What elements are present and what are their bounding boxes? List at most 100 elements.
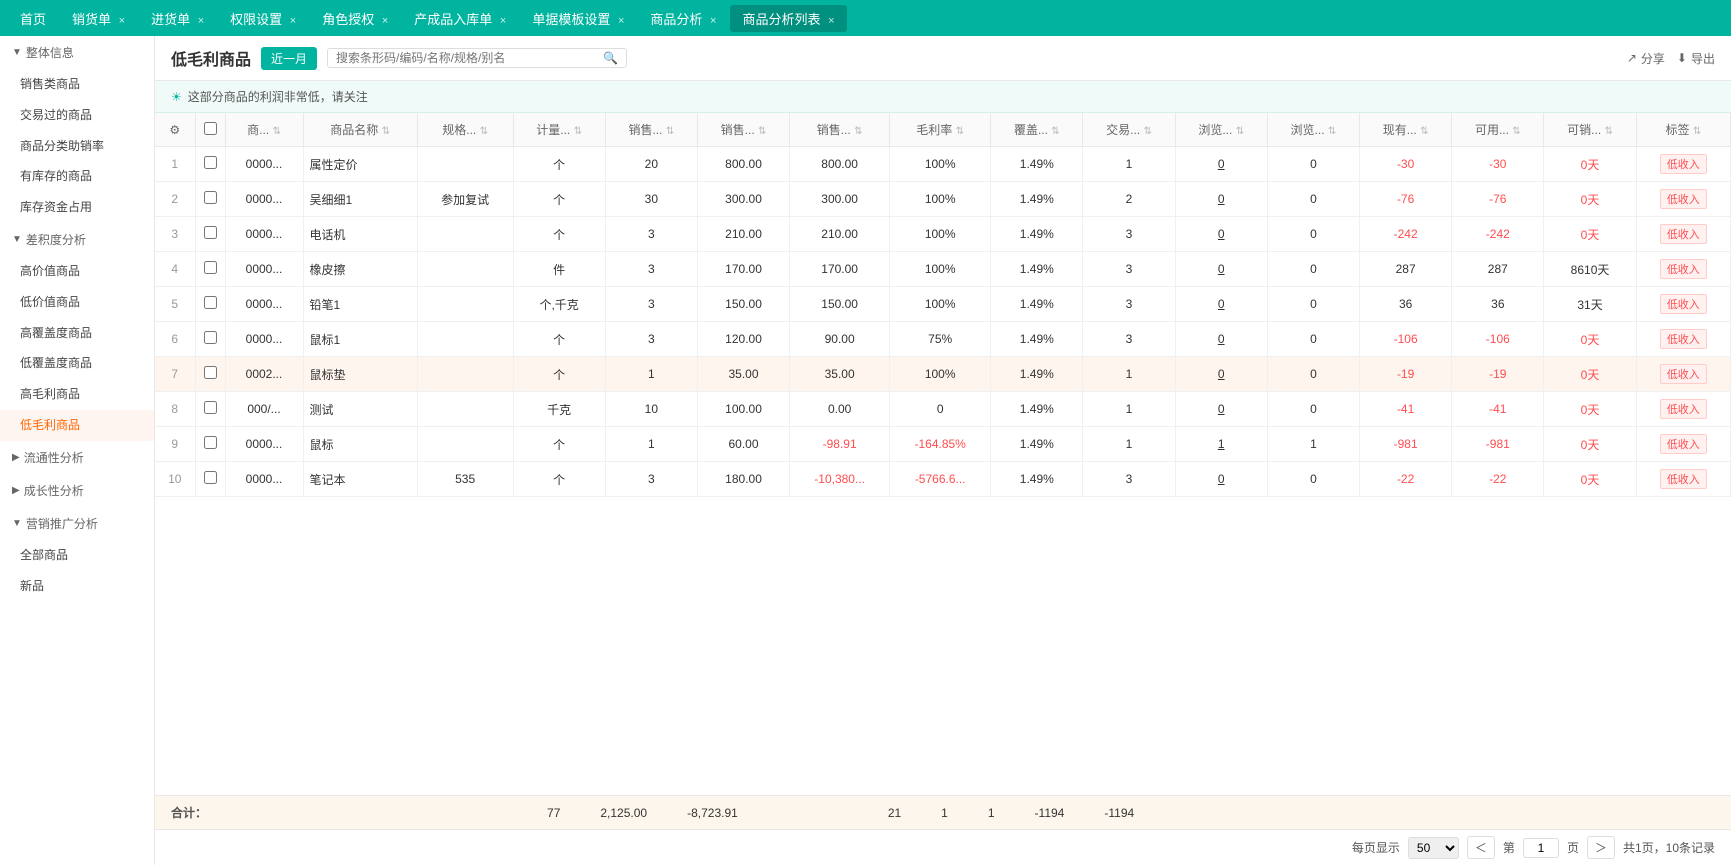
nav-purchase[interactable]: 进货单 × <box>139 5 216 32</box>
sidebar-item-new-goods[interactable]: 新品 <box>0 571 154 602</box>
row-checkbox-7[interactable] <box>204 401 217 414</box>
browse1-link-9[interactable]: 0 <box>1218 472 1225 486</box>
nav-home[interactable]: 首页 <box>8 5 58 32</box>
browse1-link-5[interactable]: 0 <box>1218 332 1225 346</box>
browse1-link-1[interactable]: 0 <box>1218 192 1225 206</box>
row-browse1-9[interactable]: 0 <box>1175 462 1267 497</box>
row-browse1-1[interactable]: 0 <box>1175 182 1267 217</box>
row-checkbox-4[interactable] <box>204 296 217 309</box>
row-check-1[interactable] <box>195 182 225 217</box>
sidebar-section-growth[interactable]: ▶ 成长性分析 <box>0 474 154 507</box>
sidebar-item-low-value[interactable]: 低价值商品 <box>0 287 154 318</box>
row-browse1-8[interactable]: 1 <box>1175 427 1267 462</box>
col-browse2[interactable]: 浏览... ⇅ <box>1267 113 1359 147</box>
col-coverage[interactable]: 覆盖... ⇅ <box>991 113 1083 147</box>
browse1-link-7[interactable]: 0 <box>1218 402 1225 416</box>
col-gross-rate[interactable]: 毛利率 ⇅ <box>890 113 991 147</box>
row-check-8[interactable] <box>195 427 225 462</box>
filter-recent-month-btn[interactable]: 近一月 <box>261 47 317 70</box>
close-sales-icon[interactable]: × <box>119 15 125 27</box>
row-checkbox-8[interactable] <box>204 436 217 449</box>
col-sale-price[interactable]: 销售... ⇅ <box>697 113 789 147</box>
col-qty[interactable]: 销售... ⇅ <box>605 113 697 147</box>
col-tag[interactable]: 标签 ⇅ <box>1636 113 1730 147</box>
col-sale-amt[interactable]: 销售... ⇅ <box>790 113 890 147</box>
row-checkbox-0[interactable] <box>204 156 217 169</box>
sidebar-section-diff-analysis[interactable]: ▼ 差积度分析 <box>0 223 154 256</box>
row-browse1-4[interactable]: 0 <box>1175 287 1267 322</box>
row-checkbox-6[interactable] <box>204 366 217 379</box>
sidebar-item-all-goods[interactable]: 全部商品 <box>0 540 154 571</box>
row-checkbox-3[interactable] <box>204 261 217 274</box>
col-name[interactable]: 商品名称 ⇅ <box>303 113 417 147</box>
browse1-link-4[interactable]: 0 <box>1218 297 1225 311</box>
nav-analysis-list[interactable]: 商品分析列表 × <box>730 5 846 32</box>
nav-product-analysis[interactable]: 商品分析 × <box>638 5 728 32</box>
col-unit[interactable]: 计量... ⇅ <box>513 113 605 147</box>
search-icon[interactable]: 🔍 <box>603 51 618 65</box>
page-size-select[interactable]: 50 10 20 100 <box>1408 837 1459 859</box>
export-btn[interactable]: ⬇ 导出 <box>1677 50 1715 67</box>
prev-page-btn[interactable]: ＜ <box>1467 836 1495 859</box>
nav-template-settings[interactable]: 单据模板设置 × <box>520 5 636 32</box>
share-btn[interactable]: ↗ 分享 <box>1627 50 1665 67</box>
sidebar-item-high-margin[interactable]: 高毛利商品 <box>0 379 154 410</box>
nav-auth-settings[interactable]: 权限设置 × <box>218 5 308 32</box>
col-browse1[interactable]: 浏览... ⇅ <box>1175 113 1267 147</box>
row-browse1-0[interactable]: 0 <box>1175 147 1267 182</box>
col-trade[interactable]: 交易... ⇅ <box>1083 113 1175 147</box>
browse1-link-8[interactable]: 1 <box>1218 437 1225 451</box>
nav-sales[interactable]: 销货单 × <box>60 5 137 32</box>
close-template-icon[interactable]: × <box>618 15 624 27</box>
row-check-7[interactable] <box>195 392 225 427</box>
nav-role-auth[interactable]: 角色授权 × <box>310 5 400 32</box>
sidebar-section-overall[interactable]: ▼ 整体信息 <box>0 36 154 69</box>
col-code[interactable]: 商... ⇅ <box>225 113 303 147</box>
sidebar-item-stock-capital[interactable]: 库存资金占用 <box>0 192 154 223</box>
col-available[interactable]: 可用... ⇅ <box>1452 113 1544 147</box>
close-role-icon[interactable]: × <box>382 15 388 27</box>
row-check-4[interactable] <box>195 287 225 322</box>
row-checkbox-2[interactable] <box>204 226 217 239</box>
close-analysis-list-icon[interactable]: × <box>828 15 834 27</box>
row-browse1-5[interactable]: 0 <box>1175 322 1267 357</box>
page-input[interactable] <box>1523 838 1559 858</box>
browse1-link-3[interactable]: 0 <box>1218 262 1225 276</box>
close-auth-icon[interactable]: × <box>290 15 296 27</box>
close-purchase-icon[interactable]: × <box>198 15 204 27</box>
row-check-2[interactable] <box>195 217 225 252</box>
row-browse1-7[interactable]: 0 <box>1175 392 1267 427</box>
nav-product-entry[interactable]: 产成品入库单 × <box>402 5 518 32</box>
sidebar-section-circulation[interactable]: ▶ 流通性分析 <box>0 441 154 474</box>
next-page-btn[interactable]: ＞ <box>1587 836 1615 859</box>
row-check-0[interactable] <box>195 147 225 182</box>
col-spec[interactable]: 规格... ⇅ <box>417 113 513 147</box>
col-sellable[interactable]: 可销... ⇅ <box>1544 113 1636 147</box>
col-checkbox[interactable] <box>195 113 225 147</box>
row-browse1-3[interactable]: 0 <box>1175 252 1267 287</box>
sidebar-item-low-coverage[interactable]: 低覆盖度商品 <box>0 348 154 379</box>
col-settings[interactable]: ⚙ <box>155 113 195 147</box>
row-check-6[interactable] <box>195 357 225 392</box>
sidebar-item-low-margin[interactable]: 低毛利商品 <box>0 410 154 441</box>
row-check-9[interactable] <box>195 462 225 497</box>
row-check-3[interactable] <box>195 252 225 287</box>
close-analysis-icon[interactable]: × <box>710 15 716 27</box>
select-all-checkbox[interactable] <box>204 122 217 135</box>
browse1-link-2[interactable]: 0 <box>1218 227 1225 241</box>
search-input[interactable] <box>336 51 599 65</box>
row-browse1-6[interactable]: 0 <box>1175 357 1267 392</box>
row-checkbox-1[interactable] <box>204 191 217 204</box>
row-checkbox-5[interactable] <box>204 331 217 344</box>
row-browse1-2[interactable]: 0 <box>1175 217 1267 252</box>
sidebar-item-sales-goods[interactable]: 销售类商品 <box>0 69 154 100</box>
browse1-link-6[interactable]: 0 <box>1218 367 1225 381</box>
sidebar-item-stock-goods[interactable]: 有库存的商品 <box>0 161 154 192</box>
sidebar-item-high-value[interactable]: 高价值商品 <box>0 256 154 287</box>
col-current[interactable]: 现有... ⇅ <box>1360 113 1452 147</box>
sidebar-section-marketing[interactable]: ▼ 营销推广分析 <box>0 507 154 540</box>
browse1-link-0[interactable]: 0 <box>1218 157 1225 171</box>
row-checkbox-9[interactable] <box>204 471 217 484</box>
row-check-5[interactable] <box>195 322 225 357</box>
sidebar-item-high-coverage[interactable]: 高覆盖度商品 <box>0 318 154 349</box>
